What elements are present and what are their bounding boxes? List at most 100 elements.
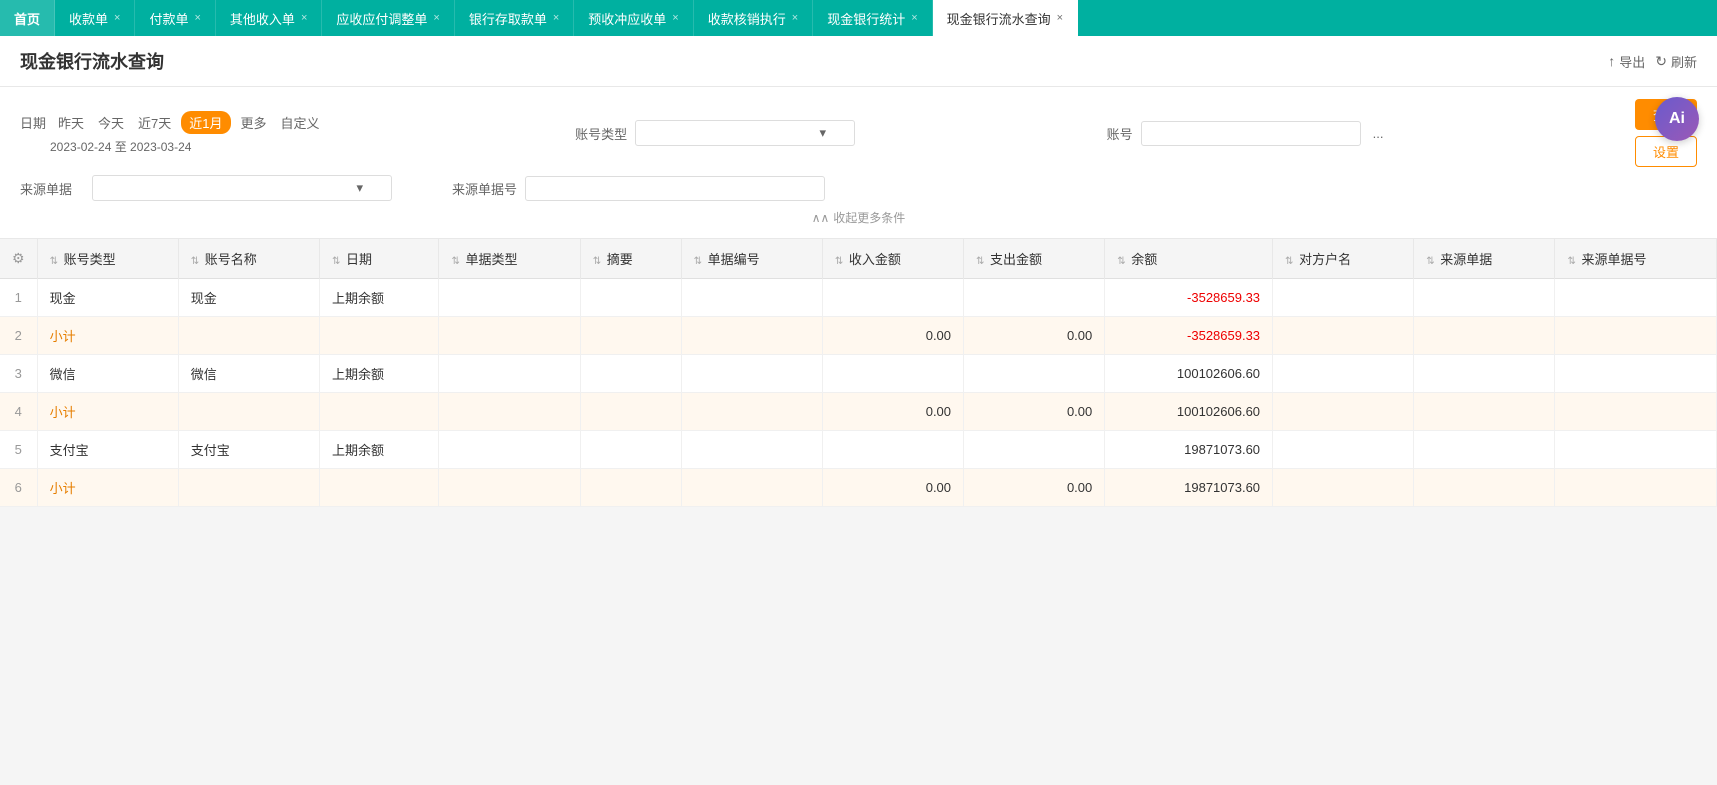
nav-item-other-income[interactable]: 其他收入单 × — [216, 0, 322, 36]
nav-item-ar-ap-adj[interactable]: 应收应付调整单 × — [322, 0, 454, 36]
table-row[interactable]: 3 微信 微信 上期余额 100102606.60 — [0, 355, 1717, 393]
col-account-name[interactable]: ⇅ 账号名称 — [178, 239, 319, 279]
table-row[interactable]: 5 支付宝 支付宝 上期余额 19871073.60 — [0, 431, 1717, 469]
table-row[interactable]: 6 小计 0.00 0.00 19871073.60 — [0, 469, 1717, 507]
close-icon[interactable]: × — [1057, 12, 1063, 24]
account-type-select[interactable]: ▾ — [635, 120, 855, 146]
col-source-doc[interactable]: ⇅ 来源单据 — [1414, 239, 1555, 279]
source-doc-select[interactable]: ▾ — [92, 175, 392, 201]
nav-label: 收款核销执行 — [708, 9, 786, 28]
col-account-type[interactable]: ⇅ 账号类型 — [37, 239, 178, 279]
date-opt-7days[interactable]: 近7天 — [134, 111, 175, 134]
col-source-doc-no[interactable]: ⇅ 来源单据号 — [1555, 239, 1717, 279]
nav-home-label: 首页 — [14, 9, 40, 28]
refresh-button[interactable]: ↻ 刷新 — [1655, 52, 1697, 71]
cell-idx: 4 — [0, 393, 37, 431]
account-no-input[interactable] — [1141, 121, 1361, 146]
table-row[interactable]: 4 小计 0.00 0.00 100102606.60 — [0, 393, 1717, 431]
table-header: ⚙ ⇅ 账号类型 ⇅ 账号名称 ⇅ 日期 ⇅ 单据类型 — [0, 239, 1717, 279]
nav-label: 预收冲应收单 — [588, 9, 666, 28]
nav-item-collection[interactable]: 收款单 × — [55, 0, 135, 36]
nav-label: 付款单 — [149, 9, 188, 28]
date-opt-today[interactable]: 今天 — [94, 111, 128, 134]
table-row[interactable]: 1 现金 现金 上期余额 -3528659.33 — [0, 279, 1717, 317]
col-income[interactable]: ⇅ 收入金额 — [822, 239, 963, 279]
close-icon[interactable]: × — [911, 12, 917, 24]
nav-label: 应收应付调整单 — [336, 9, 427, 28]
cell-income: 0.00 — [822, 393, 963, 431]
close-icon[interactable]: × — [672, 12, 678, 24]
col-header-label: 对方户名 — [1299, 252, 1351, 267]
export-button[interactable]: ↑ 导出 — [1608, 52, 1645, 71]
cell-source-doc — [1414, 317, 1555, 355]
collapse-up-icon: ∧∧ — [812, 211, 830, 225]
table-row[interactable]: 2 小计 0.00 0.00 -3528659.33 — [0, 317, 1717, 355]
col-doc-type[interactable]: ⇅ 单据类型 — [439, 239, 580, 279]
col-balance[interactable]: ⇅ 余额 — [1105, 239, 1273, 279]
col-header-label: 来源单据 — [1440, 252, 1492, 267]
close-icon[interactable]: × — [194, 12, 200, 24]
date-opt-yesterday[interactable]: 昨天 — [54, 111, 88, 134]
close-icon[interactable]: × — [553, 12, 559, 24]
col-header-label: 收入金额 — [849, 252, 901, 267]
cell-expense — [964, 279, 1105, 317]
col-header-label: 日期 — [346, 252, 372, 267]
close-icon[interactable]: × — [792, 12, 798, 24]
nav-item-cash-bank-stats[interactable]: 现金银行统计 × — [813, 0, 932, 36]
nav-item-collection-exec[interactable]: 收款核销执行 × — [694, 0, 813, 36]
col-expense[interactable]: ⇅ 支出金额 — [964, 239, 1105, 279]
cell-date: 上期余额 — [320, 279, 439, 317]
cell-source-doc — [1414, 279, 1555, 317]
nav-label: 其他收入单 — [230, 9, 295, 28]
nav-home[interactable]: 首页 — [0, 0, 55, 36]
nav-item-cash-flow-query[interactable]: 现金银行流水查询 × — [933, 0, 1078, 36]
cell-source-doc — [1414, 355, 1555, 393]
cell-account-name: 支付宝 — [178, 431, 319, 469]
cell-source-doc-no — [1555, 355, 1717, 393]
cell-account-name: 微信 — [178, 355, 319, 393]
page-title: 现金银行流水查询 — [20, 48, 164, 74]
cell-account-type: 现金 — [37, 279, 178, 317]
col-counterparty[interactable]: ⇅ 对方户名 — [1273, 239, 1414, 279]
close-icon[interactable]: × — [301, 12, 307, 24]
cell-idx: 3 — [0, 355, 37, 393]
collapse-bar[interactable]: ∧∧ 收起更多条件 — [20, 209, 1697, 226]
date-opt-1month[interactable]: 近1月 — [181, 111, 230, 134]
gear-icon[interactable]: ⚙ — [12, 250, 25, 266]
close-icon[interactable]: × — [433, 12, 439, 24]
close-icon[interactable]: × — [114, 12, 120, 24]
filter-area: 日期 昨天 今天 近7天 近1月 更多 自定义 2023-02-24 至 202… — [0, 87, 1717, 239]
ai-assistant-button[interactable]: Ai — [1655, 97, 1699, 141]
source-doc-no-input[interactable] — [525, 176, 825, 201]
cell-date — [320, 393, 439, 431]
nav-item-advance-offset[interactable]: 预收冲应收单 × — [574, 0, 693, 36]
cell-date: 上期余额 — [320, 355, 439, 393]
cell-account-name: 现金 — [178, 279, 319, 317]
cell-summary — [580, 469, 681, 507]
sort-icon: ⇅ — [835, 256, 843, 267]
cell-source-doc — [1414, 469, 1555, 507]
settings-button[interactable]: 设置 — [1635, 136, 1697, 167]
date-opt-more[interactable]: 更多 — [237, 111, 271, 134]
cell-doc-type — [439, 431, 580, 469]
date-opt-custom[interactable]: 自定义 — [277, 111, 324, 134]
nav-item-bank-deposit[interactable]: 银行存取款单 × — [455, 0, 574, 36]
account-no-dots[interactable]: ... — [1373, 126, 1384, 141]
cell-summary — [580, 355, 681, 393]
nav-label: 银行存取款单 — [469, 9, 547, 28]
cell-source-doc-no — [1555, 317, 1717, 355]
cell-expense: 0.00 — [964, 469, 1105, 507]
cell-balance: 100102606.60 — [1105, 393, 1273, 431]
col-doc-no[interactable]: ⇅ 单据编号 — [681, 239, 822, 279]
cell-summary — [580, 393, 681, 431]
col-date[interactable]: ⇅ 日期 — [320, 239, 439, 279]
nav-item-payment[interactable]: 付款单 × — [135, 0, 215, 36]
cell-doc-no — [681, 393, 822, 431]
cell-source-doc — [1414, 393, 1555, 431]
cell-income — [822, 355, 963, 393]
export-label: 导出 — [1619, 52, 1645, 71]
cell-doc-type — [439, 279, 580, 317]
col-summary[interactable]: ⇅ 摘要 — [580, 239, 681, 279]
cell-counterparty — [1273, 469, 1414, 507]
date-range-display: 2023-02-24 至 2023-03-24 — [50, 138, 324, 155]
